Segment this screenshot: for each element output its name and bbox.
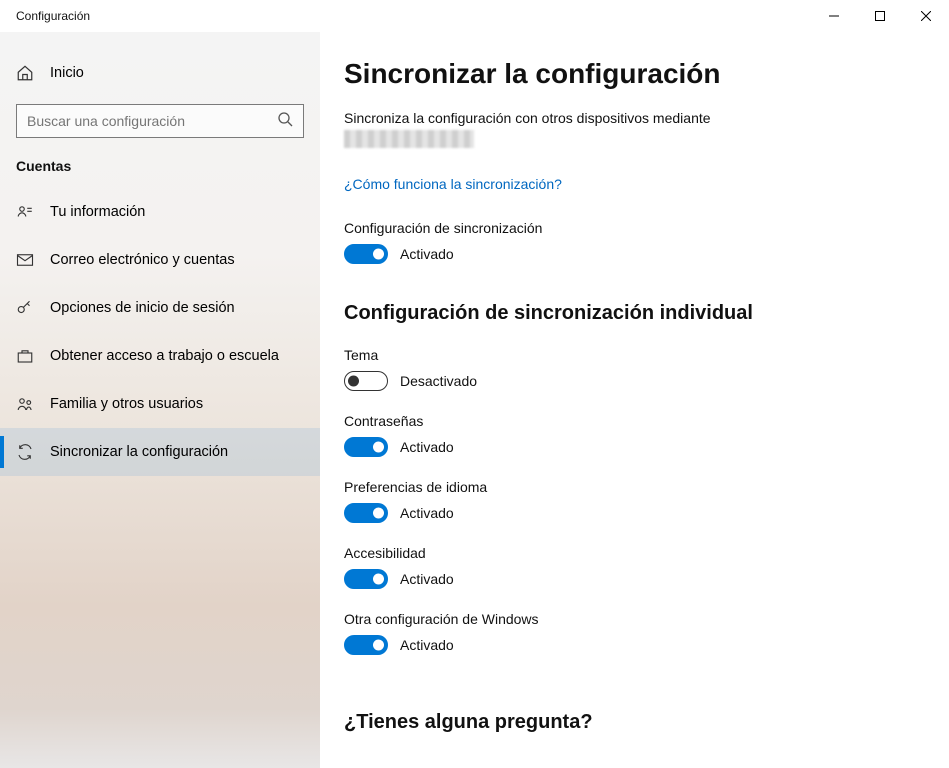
setting-label-other-windows: Otra configuración de Windows [344, 611, 909, 627]
sidebar-item-sync-settings[interactable]: Sincronizar la configuración [0, 428, 320, 476]
sidebar-item-label: Tu información [50, 204, 145, 220]
toggle-theme[interactable] [344, 371, 388, 391]
sidebar-item-label: Opciones de inicio de sesión [50, 300, 235, 316]
setting-label-theme: Tema [344, 347, 909, 363]
toggle-state-text: Activado [400, 246, 454, 262]
setting-label-passwords: Contraseñas [344, 413, 909, 429]
sidebar-item-signin-options[interactable]: Opciones de inicio de sesión [0, 284, 320, 332]
search-input[interactable] [27, 113, 277, 129]
people-icon [16, 395, 34, 413]
toggle-accessibility[interactable] [344, 569, 388, 589]
close-button[interactable] [903, 0, 949, 32]
minimize-button[interactable] [811, 0, 857, 32]
maximize-button[interactable] [857, 0, 903, 32]
person-card-icon [16, 203, 34, 221]
toggle-language[interactable] [344, 503, 388, 523]
how-sync-works-link[interactable]: ¿Cómo funciona la sincronización? [344, 176, 909, 192]
mail-icon [16, 251, 34, 269]
master-toggle-label: Configuración de sincronización [344, 220, 909, 236]
search-box[interactable] [16, 104, 304, 138]
search-icon [277, 111, 293, 132]
account-email-redacted [344, 130, 474, 148]
window-title: Configuración [16, 9, 90, 23]
briefcase-icon [16, 347, 34, 365]
window-controls [811, 0, 949, 32]
sidebar-item-email-accounts[interactable]: Correo electrónico y cuentas [0, 236, 320, 284]
toggle-state-text: Activado [400, 505, 454, 521]
individual-sync-heading: Configuración de sincronización individu… [344, 302, 909, 325]
toggle-state-text: Activado [400, 637, 454, 653]
toggle-passwords[interactable] [344, 437, 388, 457]
sidebar-item-label: Sincronizar la configuración [50, 444, 228, 460]
master-sync-toggle[interactable] [344, 244, 388, 264]
minimize-icon [829, 11, 839, 21]
toggle-state-text: Desactivado [400, 373, 477, 389]
close-icon [921, 11, 931, 21]
sidebar-item-your-info[interactable]: Tu información [0, 188, 320, 236]
toggle-state-text: Activado [400, 439, 454, 455]
sidebar-item-family-users[interactable]: Familia y otros usuarios [0, 380, 320, 428]
home-icon [16, 64, 34, 82]
home-label: Inicio [50, 65, 84, 81]
help-heading: ¿Tienes alguna pregunta? [344, 711, 909, 734]
key-icon [16, 299, 34, 317]
titlebar: Configuración [0, 0, 949, 32]
setting-label-accessibility: Accesibilidad [344, 545, 909, 561]
setting-label-language: Preferencias de idioma [344, 479, 909, 495]
sidebar-item-label: Familia y otros usuarios [50, 396, 203, 412]
intro-text: Sincroniza la configuración con otros di… [344, 110, 909, 126]
maximize-icon [875, 11, 885, 21]
home-link[interactable]: Inicio [0, 54, 320, 92]
page-title: Sincronizar la configuración [344, 58, 909, 90]
toggle-other-windows[interactable] [344, 635, 388, 655]
sidebar-section-header: Cuentas [0, 158, 320, 188]
sidebar: Inicio Cuentas Tu información Correo ele… [0, 32, 320, 768]
toggle-state-text: Activado [400, 571, 454, 587]
sidebar-item-label: Correo electrónico y cuentas [50, 252, 235, 268]
sidebar-item-work-school[interactable]: Obtener acceso a trabajo o escuela [0, 332, 320, 380]
sidebar-item-label: Obtener acceso a trabajo o escuela [50, 348, 279, 364]
main-content: Sincronizar la configuración Sincroniza … [320, 32, 949, 768]
sync-icon [16, 443, 34, 461]
